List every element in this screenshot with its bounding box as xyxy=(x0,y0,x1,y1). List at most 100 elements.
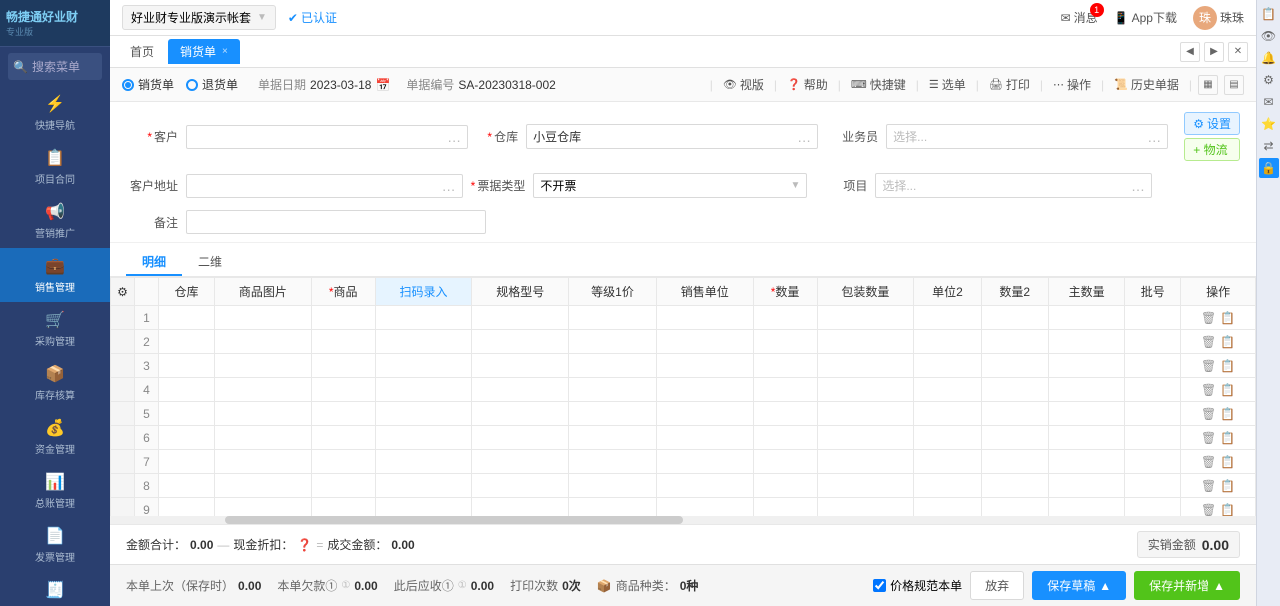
row-price-8[interactable] xyxy=(569,474,657,498)
row-price-9[interactable] xyxy=(569,498,657,517)
row-main-qty-8[interactable] xyxy=(1048,474,1124,498)
row-price-5[interactable] xyxy=(569,402,657,426)
row-product-8[interactable] xyxy=(311,474,375,498)
row-warehouse-9[interactable] xyxy=(159,498,215,517)
row-settings-7[interactable] xyxy=(111,450,135,474)
row-unit-2[interactable] xyxy=(656,330,753,354)
customer-input[interactable]: … xyxy=(186,125,468,149)
row-warehouse-7[interactable] xyxy=(159,450,215,474)
row-image-3[interactable] xyxy=(215,354,312,378)
row-qty2-4[interactable] xyxy=(981,378,1048,402)
row-qty2-5[interactable] xyxy=(981,402,1048,426)
row-spec-7[interactable] xyxy=(472,450,569,474)
sidebar-item-6[interactable]: 📦 库存核算 xyxy=(0,356,110,410)
receivable-help-icon[interactable]: ① xyxy=(458,580,467,591)
row-spec-8[interactable] xyxy=(472,474,569,498)
row-price-2[interactable] xyxy=(569,330,657,354)
row-settings-5[interactable] xyxy=(111,402,135,426)
row-main-qty-5[interactable] xyxy=(1048,402,1124,426)
row-warehouse-5[interactable] xyxy=(159,402,215,426)
row-batch-6[interactable] xyxy=(1125,426,1181,450)
address-input[interactable]: … xyxy=(186,174,463,198)
row-product-7[interactable] xyxy=(311,450,375,474)
row-unit-4[interactable] xyxy=(656,378,753,402)
calendar-icon[interactable]: 📅 xyxy=(375,78,390,92)
layout-btn2[interactable]: ▤ xyxy=(1224,75,1244,95)
row-pack-qty-4[interactable] xyxy=(817,378,914,402)
row-unit2-2[interactable] xyxy=(914,330,981,354)
right-panel-btn-6[interactable]: ⭐ xyxy=(1259,114,1279,134)
row-copy-icon-4[interactable]: 📋 xyxy=(1220,382,1236,398)
row-image-6[interactable] xyxy=(215,426,312,450)
row-unit2-3[interactable] xyxy=(914,354,981,378)
row-settings-3[interactable] xyxy=(111,354,135,378)
tab-sale-order[interactable]: 销货单 × xyxy=(168,39,240,64)
row-delete-icon-8[interactable]: 🗑 xyxy=(1201,478,1217,494)
row-scan-3[interactable] xyxy=(375,354,472,378)
row-copy-icon-6[interactable]: 📋 xyxy=(1220,430,1236,446)
row-product-9[interactable] xyxy=(311,498,375,517)
row-delete-icon-5[interactable]: 🗑 xyxy=(1201,406,1217,422)
row-spec-3[interactable] xyxy=(472,354,569,378)
row-copy-icon-2[interactable]: 📋 xyxy=(1220,334,1236,350)
sidebar-item-7[interactable]: 💰 资金管理 xyxy=(0,410,110,464)
row-scan-1[interactable] xyxy=(375,306,472,330)
row-batch-4[interactable] xyxy=(1125,378,1181,402)
tab-next-button[interactable]: ▶ xyxy=(1204,42,1224,62)
row-main-qty-4[interactable] xyxy=(1048,378,1124,402)
row-batch-2[interactable] xyxy=(1125,330,1181,354)
row-main-qty-3[interactable] xyxy=(1048,354,1124,378)
staff-input[interactable]: 选择... … xyxy=(886,124,1168,149)
add-logistics-button[interactable]: + 物流 xyxy=(1184,138,1240,161)
sidebar-item-9[interactable]: 📄 发票管理 xyxy=(0,518,110,572)
row-image-2[interactable] xyxy=(215,330,312,354)
row-price-4[interactable] xyxy=(569,378,657,402)
row-spec-9[interactable] xyxy=(472,498,569,517)
row-image-4[interactable] xyxy=(215,378,312,402)
row-main-qty-1[interactable] xyxy=(1048,306,1124,330)
row-unit2-8[interactable] xyxy=(914,474,981,498)
row-qty-2[interactable] xyxy=(753,330,817,354)
row-qty-8[interactable] xyxy=(753,474,817,498)
row-main-qty-7[interactable] xyxy=(1048,450,1124,474)
row-pack-qty-1[interactable] xyxy=(817,306,914,330)
row-qty2-3[interactable] xyxy=(981,354,1048,378)
row-main-qty-2[interactable] xyxy=(1048,330,1124,354)
right-panel-btn-4[interactable]: ⚙ xyxy=(1259,70,1279,90)
row-pack-qty-6[interactable] xyxy=(817,426,914,450)
row-main-qty-9[interactable] xyxy=(1048,498,1124,517)
horizontal-scrollbar[interactable] xyxy=(110,516,1256,524)
row-settings-2[interactable] xyxy=(111,330,135,354)
row-scan-5[interactable] xyxy=(375,402,472,426)
right-panel-btn-5[interactable]: ✉ xyxy=(1259,92,1279,112)
note-input[interactable] xyxy=(186,210,486,234)
row-unit-7[interactable] xyxy=(656,450,753,474)
row-spec-6[interactable] xyxy=(472,426,569,450)
search-menu-button[interactable]: 🔍 搜索菜单 xyxy=(8,53,102,80)
layout-btn1[interactable]: ▦ xyxy=(1198,75,1218,95)
user-avatar-button[interactable]: 珠 珠珠 xyxy=(1193,6,1244,30)
row-scan-2[interactable] xyxy=(375,330,472,354)
save-draft-dropdown-icon[interactable]: ▲ xyxy=(1099,579,1111,593)
row-price-6[interactable] xyxy=(569,426,657,450)
scrollbar-thumb[interactable] xyxy=(225,516,683,524)
row-delete-icon-6[interactable]: 🗑 xyxy=(1201,430,1217,446)
tab-detail[interactable]: 明细 xyxy=(126,249,182,276)
help-button[interactable]: ❓ 帮助 xyxy=(783,74,832,95)
tab-close-all-button[interactable]: ✕ xyxy=(1228,42,1248,62)
sidebar-item-4[interactable]: 💼 销售管理 xyxy=(0,248,110,302)
row-price-1[interactable] xyxy=(569,306,657,330)
row-warehouse-1[interactable] xyxy=(159,306,215,330)
radio-return[interactable]: 退货单 xyxy=(186,76,238,93)
save-new-dropdown-icon[interactable]: ▲ xyxy=(1213,579,1225,593)
row-spec-4[interactable] xyxy=(472,378,569,402)
sidebar-item-1[interactable]: ⚡ 快捷导航 xyxy=(0,86,110,140)
row-scan-7[interactable] xyxy=(375,450,472,474)
row-qty-6[interactable] xyxy=(753,426,817,450)
row-scan-9[interactable] xyxy=(375,498,472,517)
row-settings-6[interactable] xyxy=(111,426,135,450)
row-product-6[interactable] xyxy=(311,426,375,450)
shortcut-button[interactable]: ⌨ 快捷键 xyxy=(847,74,910,95)
row-spec-1[interactable] xyxy=(472,306,569,330)
row-copy-icon-5[interactable]: 📋 xyxy=(1220,406,1236,422)
